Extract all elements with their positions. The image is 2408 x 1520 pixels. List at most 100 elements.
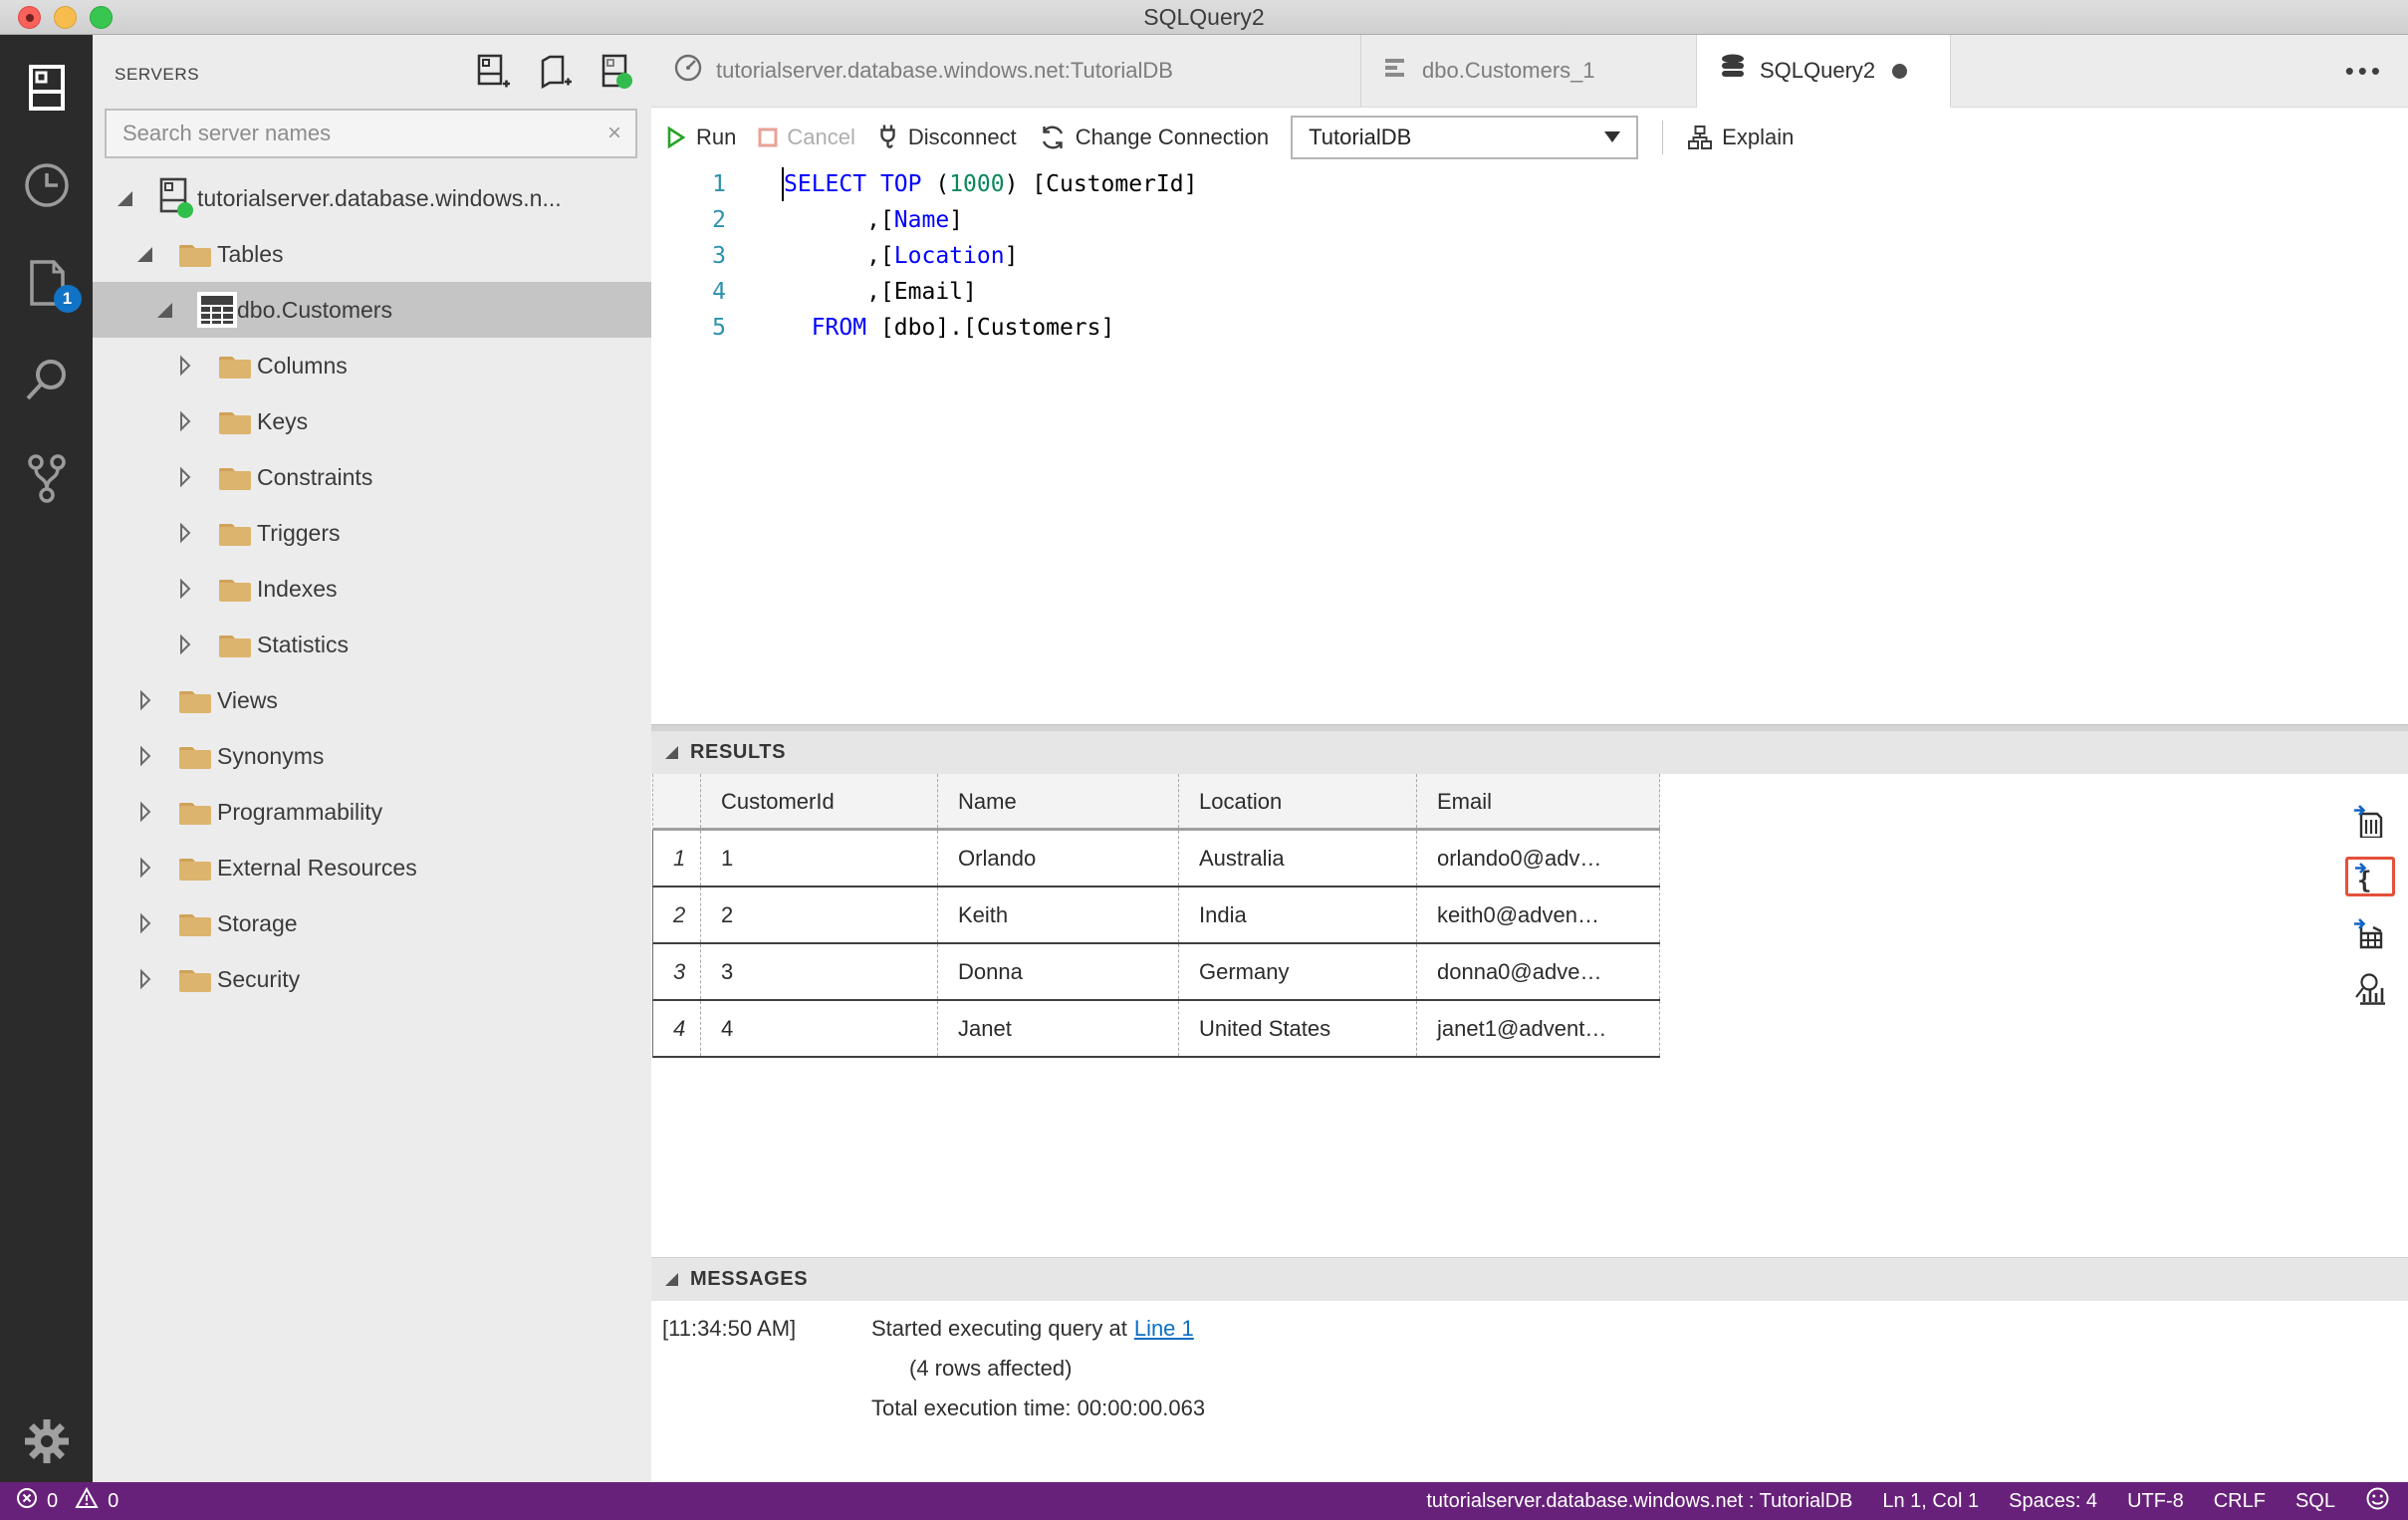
active-connections-icon[interactable] <box>600 54 633 97</box>
twistie-collapsed-icon[interactable] <box>137 745 177 767</box>
twistie-collapsed-icon[interactable] <box>137 968 177 990</box>
code-line[interactable]: ,[Email] <box>784 274 2408 310</box>
results-splitter-sash[interactable] <box>651 724 2408 731</box>
messages-panel-header[interactable]: MESSAGES <box>651 1257 2408 1301</box>
result-row-3[interactable]: 3 3 Donna Germany donna0@adve… <box>652 944 1660 1001</box>
twistie-expanded-icon[interactable] <box>137 246 177 262</box>
twistie-collapsed-icon[interactable] <box>137 801 177 823</box>
source-control-branch-icon[interactable] <box>21 454 73 503</box>
clear-search-icon[interactable]: × <box>607 122 621 145</box>
cell-location[interactable]: India <box>1179 887 1417 942</box>
column-header-customerid[interactable]: CustomerId <box>701 774 938 828</box>
search-icon[interactable] <box>21 357 73 404</box>
code-line[interactable]: SELECT TOP (1000) [CustomerId] <box>784 166 2408 202</box>
tree-item-dbo-customers[interactable]: dbo.Customers <box>93 282 651 338</box>
view-as-chart-icon[interactable] <box>2352 970 2388 1010</box>
tree-item-constraints[interactable]: Constraints <box>93 449 651 505</box>
sql-editor[interactable]: 1 2 3 4 5 SELECT TOP (1000) [CustomerId] ,[N… <box>651 166 2408 724</box>
new-server-group-icon[interactable] <box>538 54 572 97</box>
editor-actions-more-icon[interactable]: ••• <box>2321 35 2408 107</box>
tree-item-storage[interactable]: Storage <box>93 895 651 951</box>
result-row-4[interactable]: 4 4 Janet United States janet1@advent… <box>652 1001 1660 1058</box>
error-circle-icon[interactable] <box>16 1487 38 1515</box>
cell-customerid[interactable]: 1 <box>701 831 938 886</box>
settings-gear-icon[interactable] <box>0 1418 93 1464</box>
twistie-collapsed-icon[interactable] <box>137 912 177 934</box>
status-encoding[interactable]: UTF-8 <box>2127 1490 2184 1513</box>
open-editors-file-icon[interactable]: 1 <box>21 259 82 313</box>
cell-customerid[interactable]: 3 <box>701 944 938 999</box>
cell-location[interactable]: United States <box>1179 1001 1417 1056</box>
tree-item-external-resources[interactable]: External Resources <box>93 840 651 895</box>
tree-item-triggers[interactable]: Triggers <box>93 505 651 561</box>
code-line[interactable]: FROM [dbo].[Customers] <box>784 310 2408 346</box>
disconnect-button[interactable]: Disconnect <box>877 124 1017 151</box>
results-panel-header[interactable]: RESULTS <box>651 731 2408 774</box>
twistie-collapsed-icon[interactable] <box>177 522 217 544</box>
line-1-link[interactable]: Line 1 <box>1134 1316 1194 1341</box>
explain-button[interactable]: Explain <box>1687 125 1794 150</box>
smiley-feedback-icon[interactable] <box>2365 1486 2390 1517</box>
twistie-expanded-icon[interactable] <box>157 302 197 318</box>
task-history-clock-icon[interactable] <box>21 161 73 209</box>
tree-item-views[interactable]: Views <box>93 672 651 728</box>
new-connection-icon[interactable] <box>476 54 510 97</box>
status-language-mode[interactable]: SQL <box>2295 1490 2335 1513</box>
cell-location[interactable]: Germany <box>1179 944 1417 999</box>
tree-item-synonyms[interactable]: Synonyms <box>93 728 651 784</box>
servers-icon[interactable] <box>21 64 73 112</box>
tab-sqlquery2[interactable]: SQLQuery2 <box>1697 35 1951 108</box>
cell-name[interactable]: Orlando <box>938 831 1179 886</box>
code-line[interactable]: ,[Name] <box>784 202 2408 238</box>
column-header-location[interactable]: Location <box>1179 774 1417 828</box>
run-button[interactable]: Run <box>665 125 736 150</box>
tree-item-keys[interactable]: Keys <box>93 393 651 449</box>
cell-name[interactable]: Keith <box>938 887 1179 942</box>
cell-customerid[interactable]: 4 <box>701 1001 938 1056</box>
twistie-collapsed-icon[interactable] <box>137 689 177 711</box>
twistie-collapsed-icon[interactable] <box>177 578 217 600</box>
save-as-excel-icon[interactable] <box>2353 913 2387 953</box>
tree-item-tables[interactable]: Tables <box>93 226 651 282</box>
tab-connection-dashboard[interactable]: tutorialserver.database.windows.net:Tuto… <box>651 35 1361 107</box>
cell-email[interactable]: orlando0@adv… <box>1417 831 1660 886</box>
status-connection[interactable]: tutorialserver.database.windows.net : Tu… <box>1426 1490 1852 1513</box>
save-as-json-icon[interactable]: { } <box>2345 857 2395 896</box>
result-row-1[interactable]: 1 1 Orlando Australia orlando0@adv… <box>652 831 1660 887</box>
twistie-expanded-icon[interactable] <box>118 190 157 206</box>
twistie-collapsed-icon[interactable] <box>177 466 217 488</box>
server-search-input[interactable] <box>120 120 607 147</box>
twistie-collapsed-icon[interactable] <box>177 633 217 655</box>
status-indentation[interactable]: Spaces: 4 <box>2009 1490 2097 1513</box>
column-header-email[interactable]: Email <box>1417 774 1660 828</box>
tree-item-security[interactable]: Security <box>93 951 651 1007</box>
cell-location[interactable]: Australia <box>1179 831 1417 886</box>
line-number: 4 <box>712 279 726 305</box>
warning-triangle-icon[interactable] <box>75 1486 99 1515</box>
twistie-collapsed-icon[interactable] <box>137 857 177 879</box>
result-row-2[interactable]: 2 2 Keith India keith0@adven… <box>652 887 1660 944</box>
tree-item-statistics[interactable]: Statistics <box>93 617 651 672</box>
tree-item-columns[interactable]: Columns <box>93 338 651 393</box>
tree-item-tutorialserver-database-windows-n-[interactable]: tutorialserver.database.windows.n... <box>93 170 651 226</box>
cell-customerid[interactable]: 2 <box>701 887 938 942</box>
code-line[interactable]: ,[Location] <box>784 238 2408 274</box>
column-header-name[interactable]: Name <box>938 774 1179 828</box>
tree-item-indexes[interactable]: Indexes <box>93 561 651 617</box>
database-dropdown[interactable]: TutorialDB <box>1291 115 1639 159</box>
editor-tab-bar: tutorialserver.database.windows.net:Tuto… <box>651 35 2408 108</box>
cell-name[interactable]: Janet <box>938 1001 1179 1056</box>
tree-item-programmability[interactable]: Programmability <box>93 784 651 840</box>
cell-email[interactable]: keith0@adven… <box>1417 887 1660 942</box>
tab-dbo-customers[interactable]: dbo.Customers_1 <box>1361 35 1697 107</box>
status-eol[interactable]: CRLF <box>2214 1490 2266 1513</box>
twistie-collapsed-icon[interactable] <box>177 410 217 432</box>
change-connection-button[interactable]: Change Connection <box>1039 124 1269 151</box>
status-cursor-position[interactable]: Ln 1, Col 1 <box>1882 1490 1979 1513</box>
line-number-gutter: 1 2 3 4 5 <box>651 166 757 346</box>
cell-name[interactable]: Donna <box>938 944 1179 999</box>
cell-email[interactable]: donna0@adve… <box>1417 944 1660 999</box>
twistie-collapsed-icon[interactable] <box>177 355 217 377</box>
cell-email[interactable]: janet1@advent… <box>1417 1001 1660 1056</box>
save-as-csv-icon[interactable] <box>2353 800 2387 840</box>
